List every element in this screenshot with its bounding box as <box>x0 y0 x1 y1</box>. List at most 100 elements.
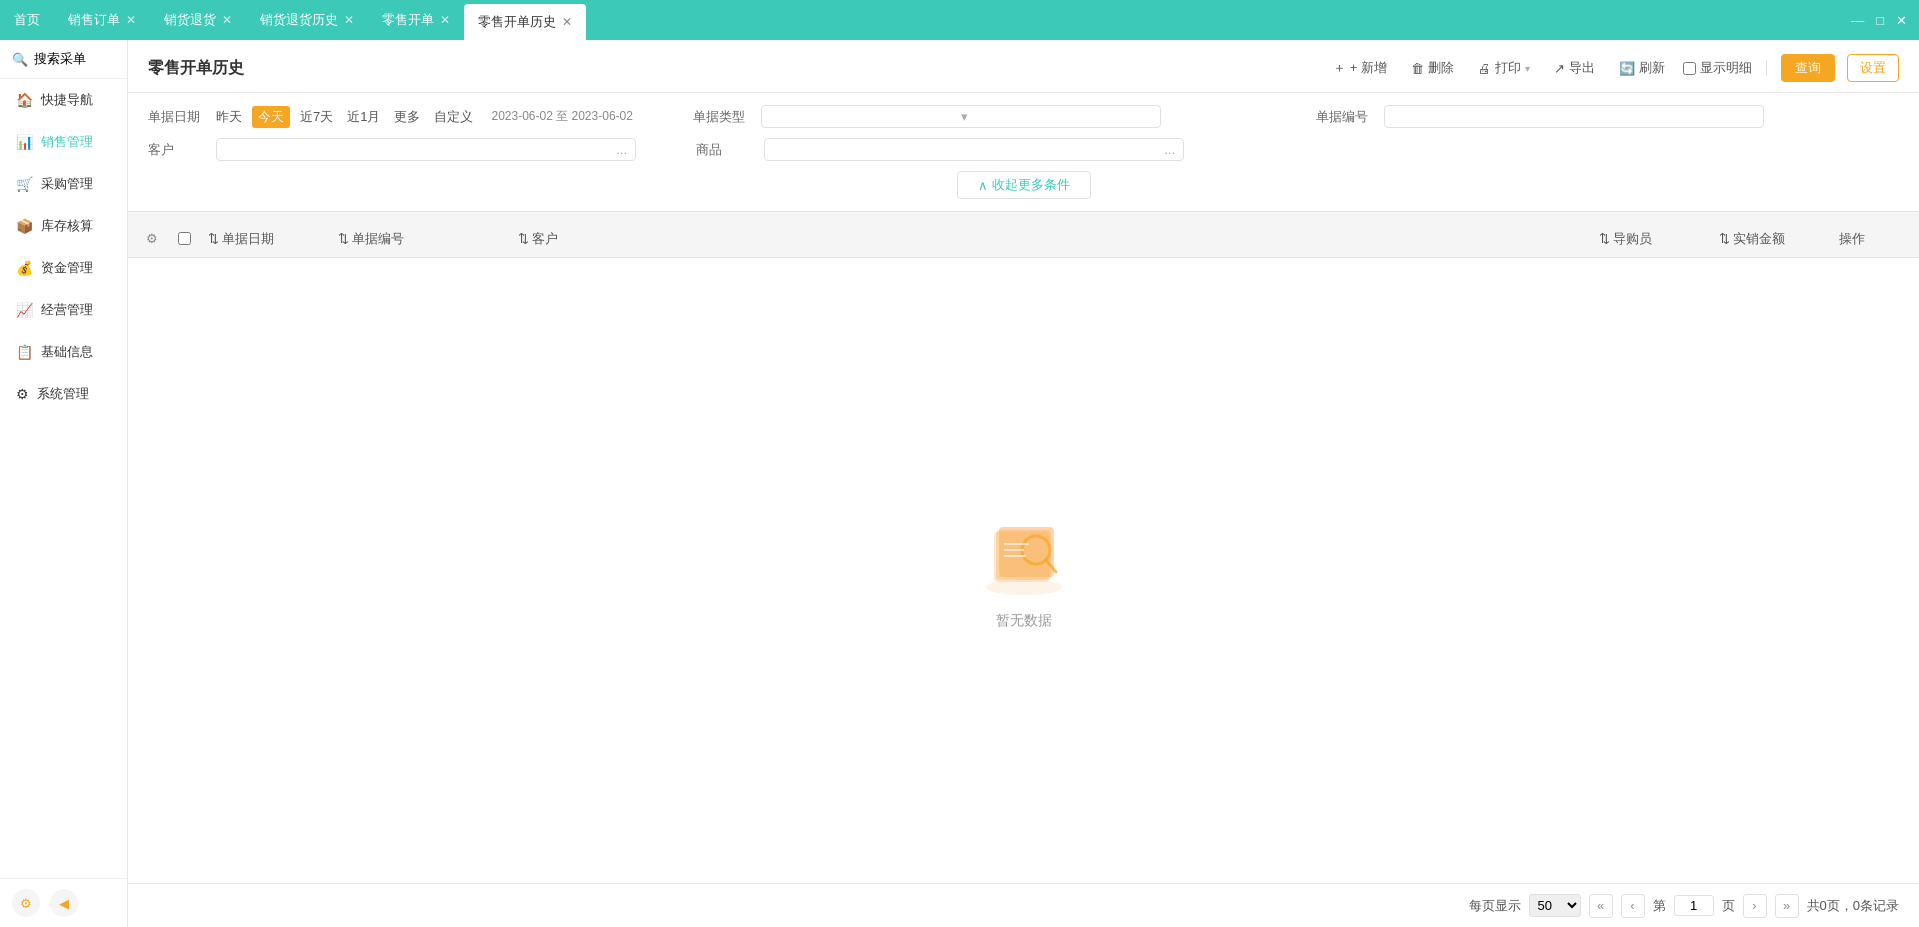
order-type-select[interactable]: ▾ <box>761 105 1161 128</box>
delete-icon: 🗑 <box>1411 61 1424 76</box>
maximize-btn[interactable]: □ <box>1876 13 1884 28</box>
delete-button[interactable]: 🗑 删除 <box>1405 55 1460 81</box>
tab-sales-return[interactable]: 销货退货 ✕ <box>150 0 246 40</box>
table-select-all[interactable] <box>168 232 200 245</box>
page-title: 零售开单历史 <box>148 58 244 79</box>
gear-icon: ⚙ <box>16 386 29 402</box>
close-tab-sales-return[interactable]: ✕ <box>222 13 232 27</box>
date-yesterday[interactable]: 昨天 <box>212 106 246 128</box>
col-guide[interactable]: ⇅ 导购员 <box>1591 230 1711 248</box>
sidebar-item-operations[interactable]: 📈 经营管理 <box>0 289 127 331</box>
per-page-label: 每页显示 <box>1469 897 1521 915</box>
col-date[interactable]: ⇅ 单据日期 <box>200 230 330 248</box>
display-detail-toggle[interactable]: 显示明细 <box>1683 59 1752 77</box>
goods-input[interactable] <box>773 142 1164 157</box>
tab-retail-open-history[interactable]: 零售开单历史 ✕ <box>464 4 586 40</box>
settings-filter-button[interactable]: 设置 <box>1847 54 1899 82</box>
print-button[interactable]: 🖨 打印 ▾ <box>1472 55 1536 81</box>
refresh-button[interactable]: 🔄 刷新 <box>1613 55 1671 81</box>
print-dropdown-icon: ▾ <box>1525 63 1530 74</box>
table-area: ⚙ ⇅ 单据日期 ⇅ 单据编号 ⇅ 客户 ⇅ 导购员 <box>128 220 1919 927</box>
date-last7[interactable]: 近7天 <box>296 106 337 128</box>
date-label: 单据日期 <box>148 108 208 126</box>
window-controls: — □ ✕ <box>1851 13 1919 28</box>
close-tab-retail-open-history[interactable]: ✕ <box>562 15 572 29</box>
select-all-checkbox[interactable] <box>178 232 191 245</box>
date-today[interactable]: 今天 <box>252 106 290 128</box>
settings-icon: ⚙ <box>20 896 32 911</box>
sidebar-item-quick-nav[interactable]: 🏠 快捷导航 <box>0 79 127 121</box>
display-detail-checkbox[interactable] <box>1683 62 1696 75</box>
toolbar: ＋ + 新增 🗑 删除 🖨 打印 ▾ ↗ 导出 🔄 <box>1327 54 1899 82</box>
export-button[interactable]: ↗ 导出 <box>1548 55 1601 81</box>
col-amount[interactable]: ⇅ 实销金额 <box>1711 230 1831 248</box>
sidebar-item-system[interactable]: ⚙ 系统管理 <box>0 373 127 415</box>
sort-icon: ⇅ <box>1719 231 1730 246</box>
operations-icon: 📈 <box>16 302 33 318</box>
total-info: 共0页，0条记录 <box>1807 897 1899 915</box>
toolbar-divider <box>1766 60 1767 76</box>
sort-icon: ⇅ <box>518 231 529 246</box>
chevron-up-icon: ∧ <box>978 178 988 193</box>
empty-illustration <box>974 512 1074 602</box>
sidebar: 🔍 搜索采单 🏠 快捷导航 📊 销售管理 🛒 采购管理 📦 库存核算 💰 资金管… <box>0 40 128 927</box>
sidebar-item-basic-info[interactable]: 📋 基础信息 <box>0 331 127 373</box>
chevron-down-icon: ▾ <box>961 109 1152 124</box>
customer-lookup-icon[interactable]: ... <box>616 142 627 157</box>
settings-btn[interactable]: ⚙ <box>12 889 40 917</box>
close-tab-retail-open[interactable]: ✕ <box>440 13 450 27</box>
filter-row-2: 客户 ... 商品 ... <box>148 138 1899 161</box>
add-button[interactable]: ＋ + 新增 <box>1327 55 1393 81</box>
sidebar-search[interactable]: 🔍 搜索采单 <box>0 40 127 79</box>
last-page-btn[interactable]: » <box>1775 894 1799 918</box>
content-area: 零售开单历史 ＋ + 新增 🗑 删除 🖨 打印 ▾ ↗ 导出 <box>128 40 1919 927</box>
sort-icon: ⇅ <box>208 231 219 246</box>
page-suffix: 页 <box>1722 897 1735 915</box>
sidebar-bottom: ⚙ ◀ <box>0 878 127 927</box>
tab-home[interactable]: 首页 <box>0 0 54 40</box>
next-page-btn[interactable]: › <box>1743 894 1767 918</box>
date-custom[interactable]: 自定义 <box>430 106 477 128</box>
table-settings-icon[interactable]: ⚙ <box>136 231 168 246</box>
col-customer[interactable]: ⇅ 客户 <box>510 230 1591 248</box>
close-tab-sales-order[interactable]: ✕ <box>126 13 136 27</box>
customer-label: 客户 <box>148 141 208 159</box>
page-header: 零售开单历史 ＋ + 新增 🗑 删除 🖨 打印 ▾ ↗ 导出 <box>128 40 1919 93</box>
table-header: ⚙ ⇅ 单据日期 ⇅ 单据编号 ⇅ 客户 ⇅ 导购员 <box>128 220 1919 258</box>
tab-retail-open[interactable]: 零售开单 ✕ <box>368 0 464 40</box>
cart-icon: 🛒 <box>16 176 33 192</box>
order-num-label: 单据编号 <box>1316 108 1376 126</box>
first-page-btn[interactable]: « <box>1589 894 1613 918</box>
sidebar-item-sales-mgmt[interactable]: 📊 销售管理 <box>0 121 127 163</box>
order-num-input[interactable] <box>1393 109 1755 124</box>
chart-icon: 📊 <box>16 134 33 150</box>
sort-icon: ⇅ <box>1599 231 1610 246</box>
prev-page-btn[interactable]: ‹ <box>1621 894 1645 918</box>
sidebar-item-inventory[interactable]: 📦 库存核算 <box>0 205 127 247</box>
minimize-btn[interactable]: — <box>1851 13 1864 28</box>
query-button[interactable]: 查询 <box>1781 54 1835 82</box>
sidebar-item-purchase-mgmt[interactable]: 🛒 采购管理 <box>0 163 127 205</box>
date-more[interactable]: 更多 <box>390 106 424 128</box>
tab-sales-order[interactable]: 销售订单 ✕ <box>54 0 150 40</box>
refresh-icon: 🔄 <box>1619 61 1635 76</box>
empty-state: 暂无数据 <box>974 512 1074 630</box>
tab-sales-return-history[interactable]: 销货退货历史 ✕ <box>246 0 368 40</box>
order-type-label: 单据类型 <box>693 108 753 126</box>
main-layout: 🔍 搜索采单 🏠 快捷导航 📊 销售管理 🛒 采购管理 📦 库存核算 💰 资金管… <box>0 40 1919 927</box>
empty-text: 暂无数据 <box>996 612 1052 630</box>
goods-lookup-icon[interactable]: ... <box>1164 142 1175 157</box>
collapse-sidebar-btn[interactable]: ◀ <box>50 889 78 917</box>
collapse-filter-btn[interactable]: ∧ 收起更多条件 <box>957 171 1091 199</box>
sidebar-item-finance[interactable]: 💰 资金管理 <box>0 247 127 289</box>
per-page-select[interactable]: 20 50 100 200 <box>1529 894 1581 917</box>
box-icon: 📦 <box>16 218 33 234</box>
page-number-input[interactable] <box>1674 895 1714 916</box>
col-num[interactable]: ⇅ 单据编号 <box>330 230 510 248</box>
collapse-row: ∧ 收起更多条件 <box>148 171 1899 199</box>
date-last1m[interactable]: 近1月 <box>343 106 384 128</box>
close-tab-sales-return-history[interactable]: ✕ <box>344 13 354 27</box>
close-btn-window[interactable]: ✕ <box>1896 13 1907 28</box>
customer-input[interactable] <box>225 142 616 157</box>
table-body: 暂无数据 <box>128 258 1919 883</box>
